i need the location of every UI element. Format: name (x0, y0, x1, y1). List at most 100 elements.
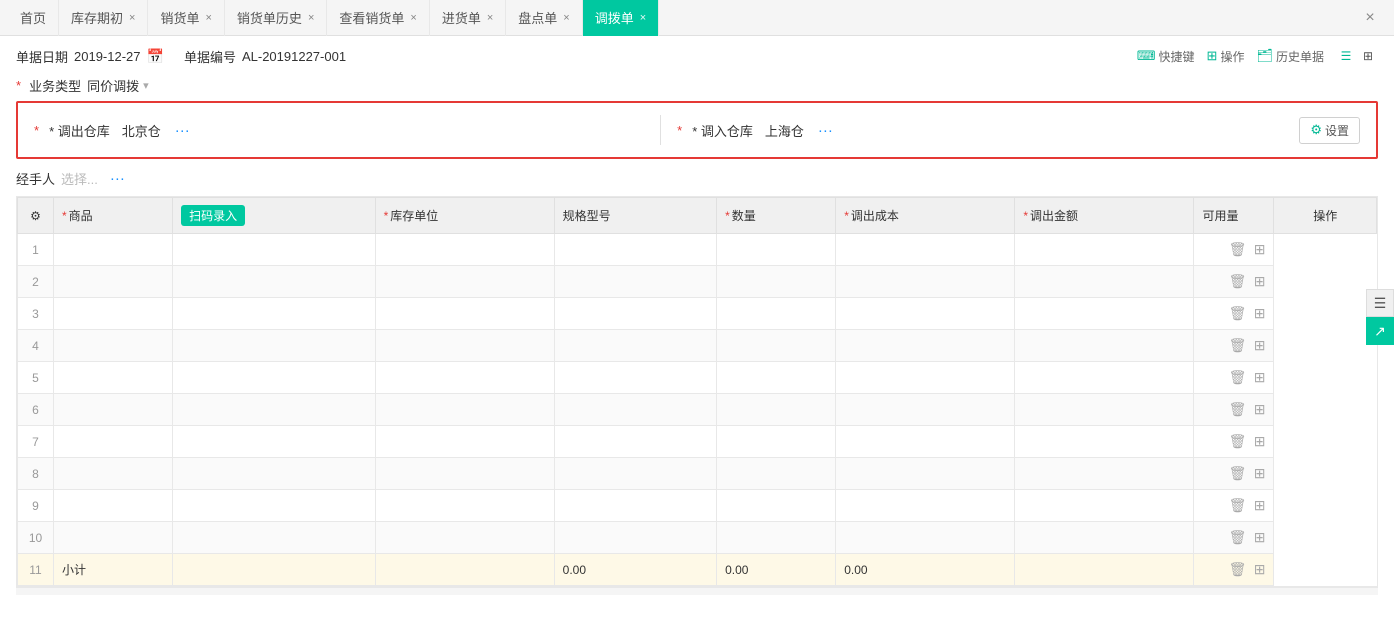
calendar-icon[interactable]: 📅 (147, 48, 164, 65)
row-10-amount[interactable] (836, 522, 1015, 554)
copy-row-6-icon[interactable]: ⊞ (1254, 401, 1266, 417)
tab-inventory-count[interactable]: 盘点单 × (506, 0, 582, 36)
copy-row-9-icon[interactable]: ⊞ (1254, 497, 1266, 513)
row-6-unit[interactable] (173, 394, 375, 426)
row-1-cost[interactable] (717, 234, 836, 266)
row-5-amount[interactable] (836, 362, 1015, 394)
row-7-amount[interactable] (836, 426, 1015, 458)
row-8-goods[interactable] (54, 458, 173, 490)
row-8-amount[interactable] (836, 458, 1015, 490)
person-select[interactable]: 选择... (61, 169, 98, 188)
copy-row-8-icon[interactable]: ⊞ (1254, 465, 1266, 481)
operation-action[interactable]: ⊞ 操作 (1207, 48, 1245, 65)
row-3-amount[interactable] (836, 298, 1015, 330)
row-3-qty[interactable] (554, 298, 716, 330)
row-9-goods[interactable] (54, 490, 173, 522)
col-gear[interactable]: ⚙ (18, 198, 54, 234)
row-5-cost[interactable] (717, 362, 836, 394)
row-3-goods[interactable] (54, 298, 173, 330)
row-6-amount[interactable] (836, 394, 1015, 426)
row-8-available[interactable] (1015, 458, 1194, 490)
row-5-goods[interactable] (54, 362, 173, 394)
close-tab-transfer-order[interactable]: × (640, 12, 646, 24)
row-6-available[interactable] (1015, 394, 1194, 426)
close-tab-view-sales[interactable]: × (410, 12, 416, 24)
row-4-spec[interactable] (375, 330, 554, 362)
row-9-spec[interactable] (375, 490, 554, 522)
layout-grid-icon[interactable]: ⊞ (1358, 46, 1378, 66)
row-2-amount[interactable] (836, 266, 1015, 298)
delete-row-9-icon[interactable]: 🗑 (1229, 497, 1247, 513)
scan-button[interactable]: 扫码录入 (181, 205, 245, 226)
row-6-goods[interactable] (54, 394, 173, 426)
copy-row-4-icon[interactable]: ⊞ (1254, 337, 1266, 353)
row-2-spec[interactable] (375, 266, 554, 298)
close-tab-sales-history[interactable]: × (308, 12, 314, 24)
row-5-qty[interactable] (554, 362, 716, 394)
row-8-cost[interactable] (717, 458, 836, 490)
close-tab-inventory-init[interactable]: × (129, 12, 135, 24)
row-4-amount[interactable] (836, 330, 1015, 362)
row-2-unit[interactable] (173, 266, 375, 298)
row-5-unit[interactable] (173, 362, 375, 394)
delete-row-3-icon[interactable]: 🗑 (1229, 305, 1247, 321)
layout-list-icon[interactable]: ☰ (1336, 46, 1356, 66)
row-10-unit[interactable] (173, 522, 375, 554)
delete-row-6-icon[interactable]: 🗑 (1229, 401, 1247, 417)
delete-row-2-icon[interactable]: 🗑 (1229, 273, 1247, 289)
row-1-goods[interactable] (54, 234, 173, 266)
row-4-cost[interactable] (717, 330, 836, 362)
row-9-available[interactable] (1015, 490, 1194, 522)
row-4-goods[interactable] (54, 330, 173, 362)
row-10-available[interactable] (1015, 522, 1194, 554)
copy-row-2-icon[interactable]: ⊞ (1254, 273, 1266, 289)
tab-sales-history[interactable]: 销货单历史 × (225, 0, 327, 36)
row-4-unit[interactable] (173, 330, 375, 362)
tab-view-sales[interactable]: 查看销货单 × (327, 0, 429, 36)
row-10-qty[interactable] (554, 522, 716, 554)
out-warehouse-more-btn[interactable]: ··· (175, 122, 190, 139)
window-close-button[interactable]: × (1354, 2, 1386, 34)
in-warehouse-more-btn[interactable]: ··· (818, 122, 833, 139)
row-2-available[interactable] (1015, 266, 1194, 298)
tab-home[interactable]: 首页 (8, 0, 59, 36)
row-1-qty[interactable] (554, 234, 716, 266)
settings-button[interactable]: ⚙ 设置 (1299, 117, 1360, 144)
row-6-spec[interactable] (375, 394, 554, 426)
row-10-spec[interactable] (375, 522, 554, 554)
shortcut-action[interactable]: ⌨ 快捷键 (1137, 48, 1195, 65)
row-7-available[interactable] (1015, 426, 1194, 458)
copy-row-1-icon[interactable]: ⊞ (1254, 241, 1266, 257)
row-5-spec[interactable] (375, 362, 554, 394)
row-7-unit[interactable] (173, 426, 375, 458)
close-tab-sales-order[interactable]: × (205, 12, 211, 24)
delete-row-5-icon[interactable]: 🗑 (1229, 369, 1247, 385)
float-external-btn[interactable]: ↗ (1366, 317, 1394, 345)
delete-row-4-icon[interactable]: 🗑 (1229, 337, 1247, 353)
copy-row-10-icon[interactable]: ⊞ (1254, 529, 1266, 545)
person-more-btn[interactable]: ··· (110, 170, 125, 187)
row-1-amount[interactable] (836, 234, 1015, 266)
row-10-cost[interactable] (717, 522, 836, 554)
delete-row-1-icon[interactable]: 🗑 (1229, 241, 1247, 257)
delete-subtotal-icon[interactable]: 🗑 (1229, 561, 1247, 577)
row-7-cost[interactable] (717, 426, 836, 458)
row-4-qty[interactable] (554, 330, 716, 362)
date-value[interactable]: 2019-12-27 (74, 49, 141, 64)
row-8-spec[interactable] (375, 458, 554, 490)
row-6-qty[interactable] (554, 394, 716, 426)
tab-inventory-init[interactable]: 库存期初 × (59, 0, 148, 36)
row-1-spec[interactable] (375, 234, 554, 266)
row-6-cost[interactable] (717, 394, 836, 426)
copy-subtotal-icon[interactable]: ⊞ (1254, 561, 1266, 577)
row-2-cost[interactable] (717, 266, 836, 298)
row-8-qty[interactable] (554, 458, 716, 490)
row-5-available[interactable] (1015, 362, 1194, 394)
row-3-unit[interactable] (173, 298, 375, 330)
row-3-available[interactable] (1015, 298, 1194, 330)
copy-row-5-icon[interactable]: ⊞ (1254, 369, 1266, 385)
copy-row-3-icon[interactable]: ⊞ (1254, 305, 1266, 321)
out-warehouse-value[interactable]: 北京仓 (122, 121, 161, 140)
row-3-spec[interactable] (375, 298, 554, 330)
row-1-available[interactable] (1015, 234, 1194, 266)
